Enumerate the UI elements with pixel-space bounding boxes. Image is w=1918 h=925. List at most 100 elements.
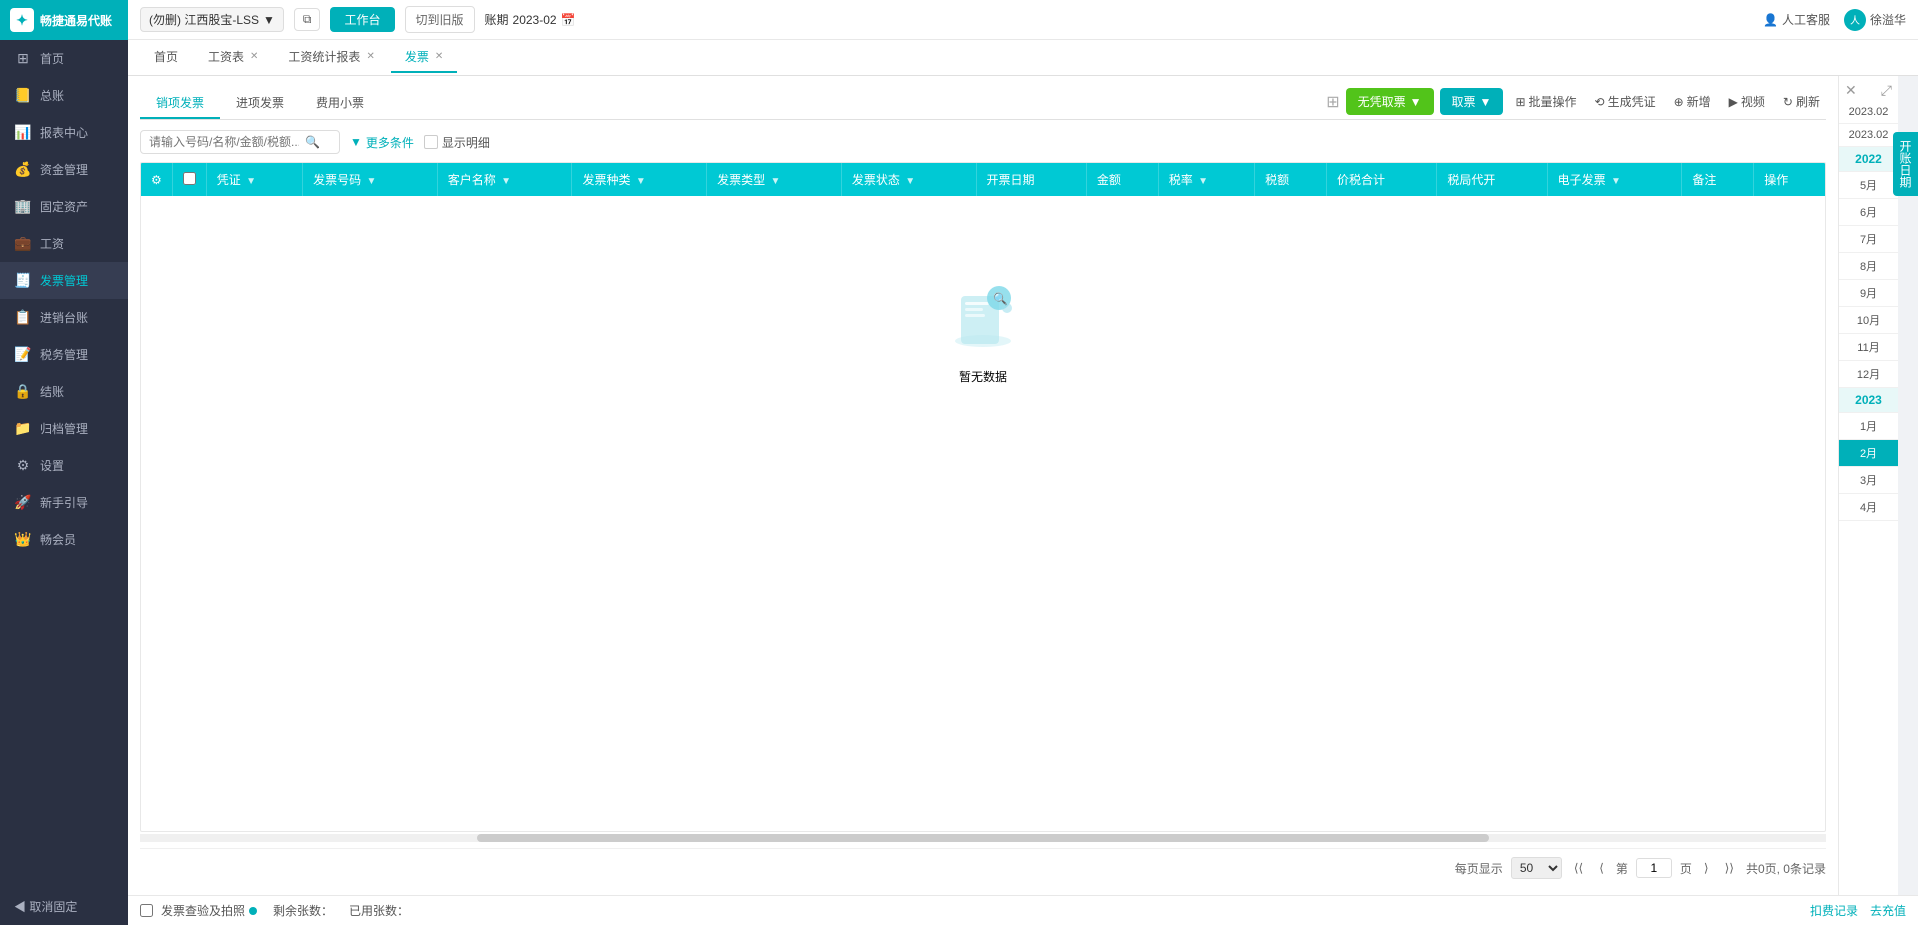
no-voucher-btn[interactable]: 无凭取票 ▼ [1346,88,1434,115]
unpin-sidebar[interactable]: ◀ 取消固定 [0,888,128,925]
period-value: 2023-02 [513,13,557,27]
ai-service[interactable]: 👤 人工客服 [1763,11,1830,28]
sidebar-item-salary[interactable]: 💼 工资 [0,225,128,262]
user-name: 徐溢华 [1870,11,1906,28]
th-tax-rate-filter[interactable]: ▼ [1198,176,1208,187]
sidebar-item-reports[interactable]: 📊 报表中心 [0,114,128,151]
recharge-link[interactable]: 去充值 [1870,902,1906,919]
th-invoice-type: 发票种类 ▼ [572,163,707,196]
period-info: 账期 2023-02 📅 [485,11,576,28]
horizontal-scrollbar[interactable] [140,834,1826,842]
sidebar-item-home[interactable]: ⊞ 首页 [0,40,128,77]
batch-ops-btn[interactable]: ⊞ 批量操作 [1509,89,1582,114]
date-11[interactable]: 11月 [1839,334,1898,361]
tab-salary-stats[interactable]: 工资统计报表 ✕ [274,42,388,73]
th-actions-label: 操作 [1764,173,1788,187]
sidebar-item-sales[interactable]: 📋 进销台账 [0,299,128,336]
sidebar-item-assets[interactable]: 🏢 固定资产 [0,188,128,225]
date-8[interactable]: 8月 [1839,253,1898,280]
video-btn[interactable]: ▶ 视频 [1723,89,1771,114]
logo-icon: ✦ [10,8,34,32]
sidebar-label-tax: 税务管理 [40,346,88,363]
check-status-dot [249,907,257,915]
sidebar-item-funds[interactable]: 💰 资金管理 [0,151,128,188]
workbench-button[interactable]: 工作台 [330,7,394,32]
select-all-checkbox[interactable] [183,172,196,185]
table-view-btn[interactable]: ⊞ [1326,92,1339,112]
tab-salary-table[interactable]: 工资表 ✕ [194,42,272,73]
tab-invoice[interactable]: 发票 ✕ [391,42,457,73]
sidebar-item-archive[interactable]: 📁 归档管理 [0,410,128,447]
date-6[interactable]: 6月 [1839,199,1898,226]
sub-tab-sales[interactable]: 销项发票 [140,88,220,119]
th-invoice-category-filter[interactable]: ▼ [771,176,781,187]
sidebar-label-settings: 设置 [40,457,64,474]
invoice-check-label: 发票查验及拍照 [161,902,245,919]
user-info[interactable]: 人 徐溢华 [1844,9,1906,31]
th-customer-filter[interactable]: ▼ [501,176,511,187]
tab-salary-table-close[interactable]: ✕ [250,51,258,62]
sidebar-item-ledger[interactable]: 📒 总账 [0,77,128,114]
page-unit: 页 [1680,860,1692,877]
open-period-btn[interactable]: 开账日期 [1893,132,1918,196]
th-invoice-type-filter[interactable]: ▼ [636,176,646,187]
date-7[interactable]: 7月 [1839,226,1898,253]
th-checkbox[interactable] [172,163,206,196]
refresh-btn[interactable]: ↻ 刷新 [1777,89,1826,114]
workbench-label: 工作台 [344,13,380,27]
date-entry-2023-02-2[interactable]: 2023.02 [1839,124,1898,147]
date-2023-1[interactable]: 1月 [1839,413,1898,440]
date-9[interactable]: 9月 [1839,280,1898,307]
sidebar-item-member[interactable]: 👑 畅会员 [0,521,128,558]
sidebar-item-closing[interactable]: 🔒 结账 [0,373,128,410]
tab-invoice-close[interactable]: ✕ [435,51,443,62]
date-panel-expand-btn[interactable]: ⤢ [1879,80,1894,101]
search-box[interactable]: 🔍 [140,130,340,154]
switch-old-button[interactable]: 切到旧版 [405,6,475,33]
company-selector[interactable]: (勿删) 江西股宝-LSS ▼ [140,7,284,32]
first-page-btn[interactable]: ⟨⟨ [1570,859,1587,877]
date-panel-close-btn[interactable]: ✕ [1843,80,1859,101]
sidebar-item-settings[interactable]: ⚙ 设置 [0,447,128,484]
th-e-invoice-filter[interactable]: ▼ [1611,176,1621,187]
take-ticket-btn[interactable]: 取票 ▼ [1440,88,1504,115]
date-2023-2[interactable]: 2月 [1839,440,1898,467]
last-page-btn[interactable]: ⟩⟩ [1721,859,1738,877]
invoice-check-box[interactable] [140,904,153,917]
th-invoice-no-sort[interactable]: ▼ [366,176,376,187]
date-2023-3[interactable]: 3月 [1839,467,1898,494]
page-input[interactable] [1636,858,1672,878]
th-invoice-category-label: 发票类型 [717,173,765,187]
add-btn[interactable]: ⊕ 新增 [1668,89,1717,114]
sub-tab-purchase[interactable]: 进项发票 [220,88,300,119]
deduction-record-link[interactable]: 扣费记录 [1810,902,1858,919]
date-10[interactable]: 10月 [1839,307,1898,334]
th-voucher-sort[interactable]: ▼ [246,176,256,187]
date-5[interactable]: 5月 [1839,172,1898,199]
th-invoice-status-filter[interactable]: ▼ [905,176,915,187]
gen-voucher-btn[interactable]: ⟲ 生成凭证 [1589,89,1662,114]
tab-home[interactable]: 首页 [140,42,192,73]
th-tax-code: 税局代开 [1437,163,1547,196]
sidebar-item-invoice[interactable]: 🧾 发票管理 [0,262,128,299]
prev-page-btn[interactable]: ⟨ [1595,859,1608,877]
tab-salary-stats-label: 工资统计报表 [288,48,360,65]
next-page-btn[interactable]: ⟩ [1700,859,1713,877]
th-setting[interactable]: ⚙ [141,163,172,196]
copy-btn[interactable]: ⧉ [294,8,321,31]
date-entry-2023-02-1[interactable]: 2023.02 [1839,101,1898,124]
more-conditions-btn[interactable]: ▼ 更多条件 [350,134,414,151]
sub-tab-expense[interactable]: 费用小票 [300,88,380,119]
period-label: 账期 [485,11,509,28]
show-detail-toggle[interactable]: 显示明细 [424,134,490,151]
sidebar-item-guide[interactable]: 🚀 新手引导 [0,484,128,521]
search-input[interactable] [149,135,299,149]
scrollbar-thumb[interactable] [477,834,1489,842]
sidebar-item-tax[interactable]: 📝 税务管理 [0,336,128,373]
date-12[interactable]: 12月 [1839,361,1898,388]
tab-salary-stats-close[interactable]: ✕ [366,51,374,62]
empty-state: 🔍 暂无数据 [141,196,1825,465]
per-page-select[interactable]: 50 10 20 100 [1511,857,1562,879]
show-detail-checkbox[interactable] [424,135,438,149]
date-2023-4[interactable]: 4月 [1839,494,1898,521]
